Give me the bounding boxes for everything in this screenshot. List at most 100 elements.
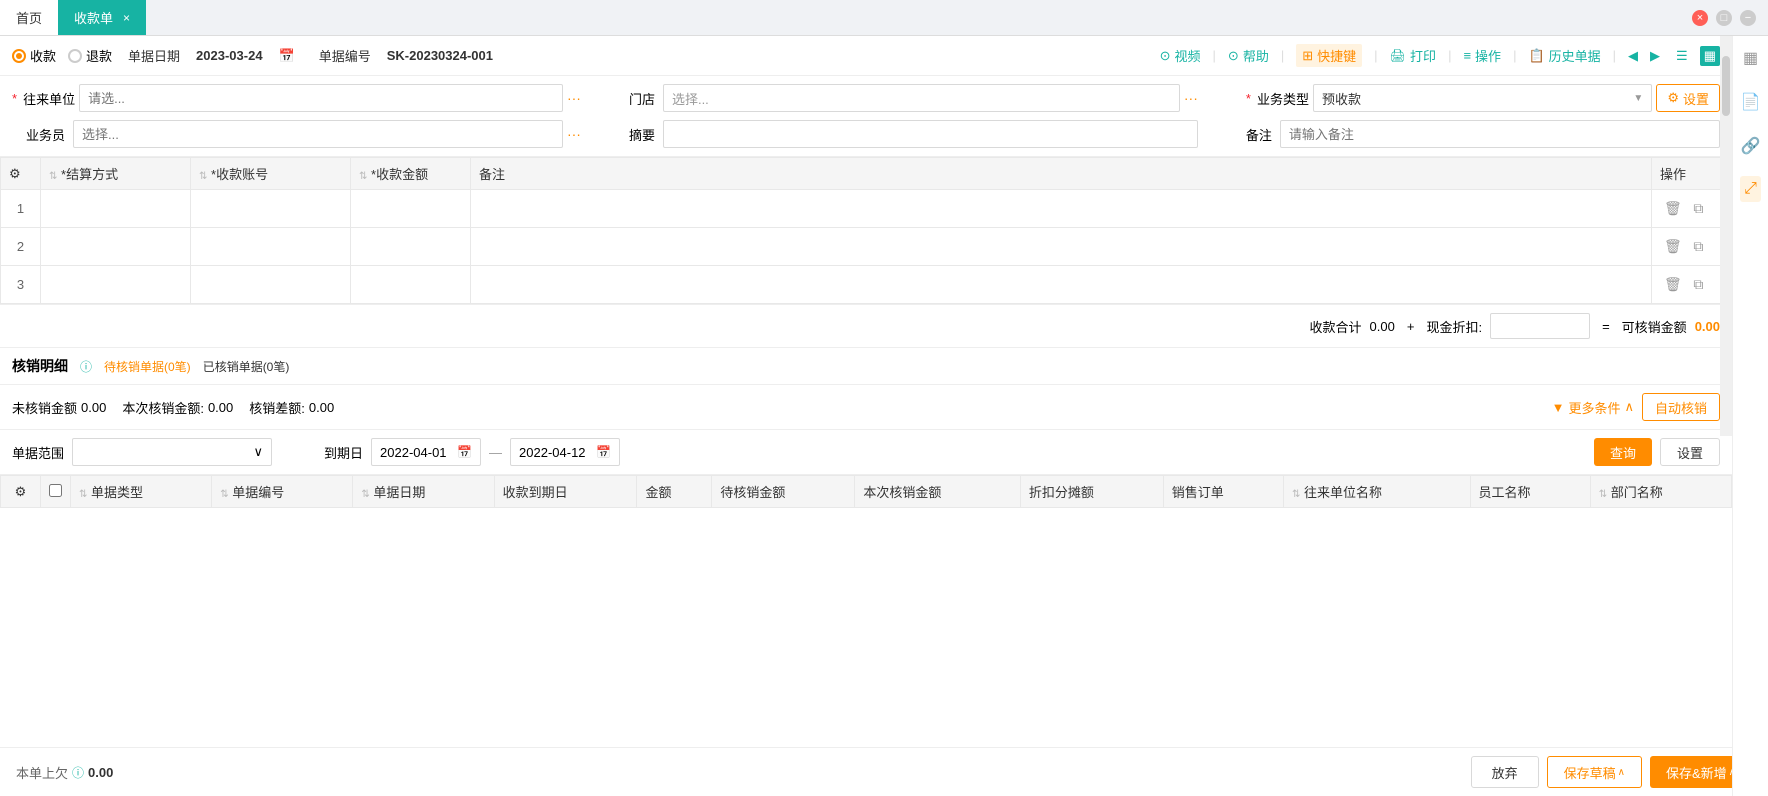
footer-left: 本单上欠 ⓘ 0.00 bbox=[16, 763, 113, 782]
account-cell-2[interactable] bbox=[191, 228, 351, 266]
ops-btn[interactable]: ≡ 操作 bbox=[1463, 46, 1501, 65]
account-cell-3[interactable] bbox=[191, 266, 351, 304]
copy-icon[interactable]: ⧉ bbox=[1693, 200, 1703, 216]
auto-clear-button[interactable]: 自动核销 bbox=[1642, 393, 1720, 421]
settle-cell-3[interactable] bbox=[41, 266, 191, 304]
grid-icon[interactable]: ▦ bbox=[1700, 46, 1720, 66]
note-cell-3[interactable] bbox=[471, 266, 1652, 304]
video-btn[interactable]: ⊙ 视频 bbox=[1160, 46, 1201, 65]
more-conditions-btn[interactable]: ▼ 更多条件 ∧ bbox=[1552, 398, 1634, 417]
amount-cell-2[interactable] bbox=[351, 228, 471, 266]
date-to-input[interactable]: 2022-04-12 📅 bbox=[510, 438, 620, 466]
staff-input[interactable] bbox=[73, 120, 563, 148]
form-row-2: 业务员 ··· 摘要 备注 bbox=[12, 120, 1720, 148]
pending-tab[interactable]: 待核销单据(0笔) bbox=[104, 358, 191, 375]
col-dept-name-header: ⇅ 部门名称 bbox=[1590, 476, 1731, 508]
settle-cell-2[interactable] bbox=[41, 228, 191, 266]
biz-type-arrow-icon: ▼ bbox=[1633, 93, 1643, 104]
refund-radio[interactable]: 退款 bbox=[68, 46, 112, 65]
receipt-refund-toggle: 收款 退款 bbox=[12, 46, 112, 65]
done-tab[interactable]: 已核销单据(0笔) bbox=[203, 358, 290, 375]
sort-icon: ⇅ bbox=[359, 171, 367, 182]
table-row: 2 🗑 ⧉ bbox=[1, 228, 1732, 266]
table-settings-icon[interactable]: ⚙ bbox=[1, 158, 41, 190]
close-icon[interactable]: × bbox=[123, 11, 130, 25]
layout-icon[interactable]: ☰ bbox=[1676, 48, 1688, 64]
copy-icon[interactable]: ⧉ bbox=[1693, 276, 1703, 292]
history-btn[interactable]: 📋 历史单据 bbox=[1528, 46, 1600, 65]
note-cell-1[interactable] bbox=[471, 190, 1652, 228]
abandon-button[interactable]: 放弃 bbox=[1471, 756, 1539, 788]
footer-label: 本单上欠 bbox=[16, 763, 68, 782]
sidebar-table-icon[interactable]: ▦ bbox=[1739, 44, 1762, 72]
col-amount-header: 金额 bbox=[637, 476, 712, 508]
toolbar-right: ⊙ 视频 | ⊙ 帮助 | ⊞ 快捷键 | 🖨 打印 | ≡ 操作 bbox=[1160, 44, 1720, 67]
biz-type-label: 业务类型 bbox=[1257, 89, 1309, 108]
help-icon: ⊙ bbox=[1228, 48, 1239, 64]
col-note-header: 备注 bbox=[471, 158, 1652, 190]
range-field: 单据范围 ∨ bbox=[12, 438, 272, 466]
setting-button-2[interactable]: 设置 bbox=[1660, 438, 1720, 466]
stats-row: 未核销金额 0.00 本次核销金额: 0.00 核销差额: 0.00 ▼ 更多条… bbox=[0, 385, 1732, 430]
delete-icon[interactable]: 🗑 bbox=[1664, 238, 1682, 254]
col-staff-name-header: 员工名称 bbox=[1470, 476, 1590, 508]
tab-home[interactable]: 首页 bbox=[0, 0, 58, 35]
amount-cell-1[interactable] bbox=[351, 190, 471, 228]
nav-next-icon[interactable]: ▶ bbox=[1650, 48, 1660, 64]
receipt-radio[interactable]: 收款 bbox=[12, 46, 56, 65]
scrollbar-thumb[interactable] bbox=[1722, 56, 1730, 116]
store-more-icon[interactable]: ··· bbox=[1184, 90, 1198, 106]
delete-icon[interactable]: 🗑 bbox=[1664, 276, 1682, 292]
tab-receipt[interactable]: 收款单 × bbox=[58, 0, 146, 35]
sidebar-doc-icon[interactable]: 📄 bbox=[1737, 88, 1765, 116]
partner-input[interactable] bbox=[79, 84, 563, 112]
amount-cell-3[interactable] bbox=[351, 266, 471, 304]
window-close-button[interactable]: × bbox=[1692, 10, 1708, 26]
help-btn[interactable]: ⊙ 帮助 bbox=[1228, 46, 1269, 65]
sidebar-link-icon[interactable]: 🔗 bbox=[1737, 132, 1765, 160]
receipt-table-container: ⚙ ⇅ *结算方式 ⇅ *收款账号 ⇅ *收款金额 备注 bbox=[0, 157, 1732, 305]
copy-icon[interactable]: ⧉ bbox=[1693, 238, 1703, 254]
nav-prev-icon[interactable]: ◀ bbox=[1628, 48, 1638, 64]
partner-more-icon[interactable]: ··· bbox=[567, 90, 581, 106]
settings-icon[interactable]: ⚙ bbox=[15, 484, 27, 499]
remark-input[interactable] bbox=[1280, 120, 1720, 148]
query-button[interactable]: 查询 bbox=[1594, 438, 1652, 466]
settle-cell-1[interactable] bbox=[41, 190, 191, 228]
discount-input[interactable] bbox=[1490, 313, 1590, 339]
note-cell-2[interactable] bbox=[471, 228, 1652, 266]
delete-icon[interactable]: 🗑 bbox=[1664, 200, 1682, 216]
draft-button[interactable]: 保存草稿 ∧ bbox=[1547, 756, 1642, 788]
this-clear-stat: 本次核销金额: 0.00 bbox=[122, 398, 233, 417]
scrollbar[interactable] bbox=[1720, 36, 1732, 436]
sidebar-expand-icon[interactable]: ⤢ bbox=[1740, 176, 1761, 202]
store-select[interactable]: 选择... bbox=[663, 84, 1180, 112]
home-tab-label: 首页 bbox=[16, 8, 42, 27]
calendar-icon[interactable]: 📅 bbox=[279, 48, 295, 64]
col-check-all bbox=[41, 476, 71, 508]
date-range-sep: — bbox=[489, 445, 502, 460]
summary-input[interactable] bbox=[663, 120, 1198, 148]
discount-label: 现金折扣: bbox=[1426, 317, 1482, 336]
check-all-checkbox[interactable] bbox=[49, 484, 62, 497]
print-btn[interactable]: 🖨 打印 bbox=[1390, 46, 1437, 65]
shortcut-icon: ⊞ bbox=[1302, 48, 1313, 64]
range-select[interactable]: ∨ bbox=[72, 438, 272, 466]
diff-label: 核销差额: bbox=[249, 398, 305, 417]
shortcut-btn[interactable]: ⊞ 快捷键 bbox=[1296, 44, 1362, 67]
window-max-button[interactable]: □ bbox=[1716, 10, 1732, 26]
store-placeholder: 选择... bbox=[672, 89, 709, 108]
filter-right: 查询 设置 bbox=[1594, 438, 1720, 466]
account-cell-1[interactable] bbox=[191, 190, 351, 228]
biz-type-select[interactable]: 预收款 ▼ bbox=[1313, 84, 1652, 112]
staff-more-icon[interactable]: ··· bbox=[567, 126, 581, 142]
history-icon: 📋 bbox=[1528, 48, 1544, 64]
date-from-input[interactable]: 2022-04-01 📅 bbox=[371, 438, 481, 466]
receipt-radio-dot bbox=[12, 49, 26, 63]
settings-button[interactable]: ⚙ 设置 bbox=[1656, 84, 1720, 112]
receipt-tab-label: 收款单 bbox=[74, 8, 113, 27]
bottom-table-container: ⚙ ⇅ 单据类型 ⇅ 单据编号 ⇅ 单据日期 bbox=[0, 475, 1732, 508]
bottom-table: ⚙ ⇅ 单据类型 ⇅ 单据编号 ⇅ 单据日期 bbox=[0, 475, 1732, 508]
window-min-button[interactable]: − bbox=[1740, 10, 1756, 26]
staff-field: 业务员 ··· bbox=[12, 120, 581, 148]
